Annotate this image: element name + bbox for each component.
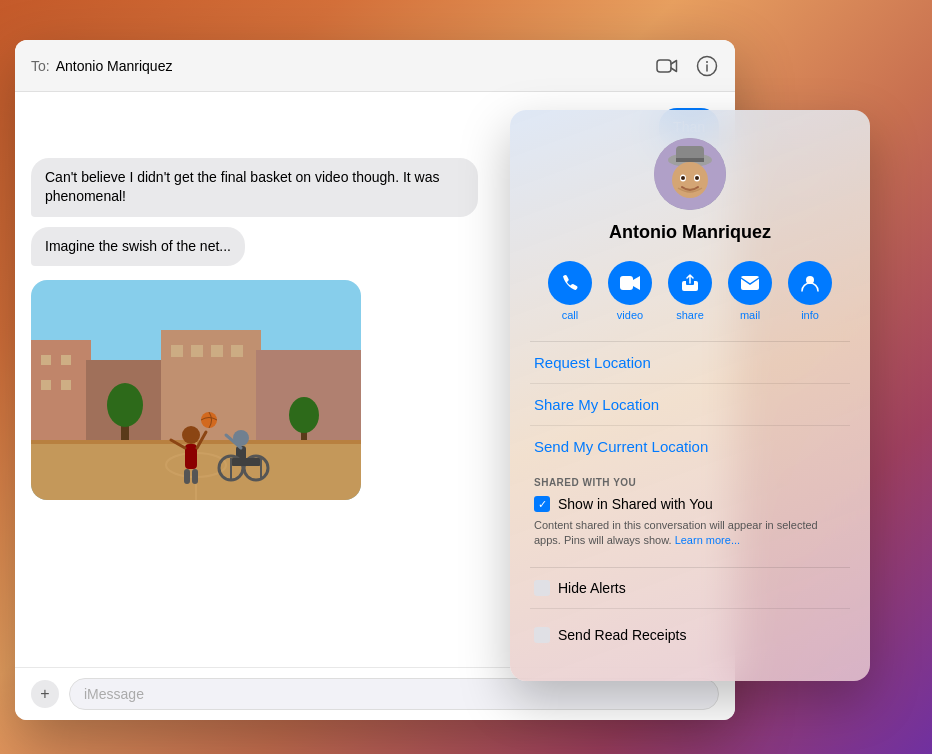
video-call-button[interactable] — [653, 52, 681, 80]
photo-bubble — [31, 280, 361, 500]
svg-rect-0 — [657, 60, 671, 72]
bottom-settings-section: Hide Alerts Send Read Receipts — [530, 567, 850, 655]
info-button[interactable] — [693, 52, 721, 80]
call-label: call — [562, 309, 579, 321]
svg-point-2 — [706, 61, 708, 63]
svg-rect-13 — [191, 345, 203, 357]
title-bar: To: Antonio Manriquez — [15, 40, 735, 92]
message-text: Imagine the swish of the net... — [45, 238, 231, 254]
send-read-receipts-label: Send Read Receipts — [558, 627, 686, 643]
to-label: To: — [31, 58, 50, 74]
svg-point-24 — [182, 426, 200, 444]
info-action-button[interactable]: info — [788, 261, 832, 321]
action-buttons-row: call video share — [530, 261, 850, 321]
call-icon — [548, 261, 592, 305]
share-label: share — [676, 309, 704, 321]
hide-alerts-label: Hide Alerts — [558, 580, 626, 596]
svg-point-47 — [695, 176, 699, 180]
info-label: info — [801, 309, 819, 321]
svg-rect-29 — [192, 469, 198, 484]
hide-alerts-checkbox[interactable] — [534, 580, 550, 596]
svg-rect-12 — [171, 345, 183, 357]
video-action-button[interactable]: video — [608, 261, 652, 321]
contact-info-panel: Antonio Manriquez call video — [510, 110, 870, 681]
add-icon: + — [40, 685, 49, 703]
mail-label: mail — [740, 309, 760, 321]
svg-rect-28 — [184, 469, 190, 484]
send-read-receipts-row: Send Read Receipts — [530, 615, 850, 655]
share-icon — [668, 261, 712, 305]
share-my-location-item[interactable]: Share My Location — [530, 384, 850, 426]
input-placeholder: iMessage — [84, 686, 144, 702]
shared-section-label: SHARED WITH YOU — [534, 477, 846, 488]
mail-action-button[interactable]: mail — [728, 261, 772, 321]
location-menu-section: Request Location Share My Location Send … — [530, 341, 850, 467]
svg-rect-11 — [61, 380, 71, 390]
mail-icon — [728, 261, 772, 305]
svg-rect-42 — [676, 158, 704, 162]
svg-rect-15 — [231, 345, 243, 357]
svg-rect-48 — [620, 276, 633, 290]
message-bubble-received-2: Imagine the swish of the net... — [31, 227, 245, 267]
svg-rect-35 — [231, 458, 261, 466]
svg-rect-10 — [41, 380, 51, 390]
message-bubble-received-1: Can't believe I didn't get the final bas… — [31, 158, 478, 217]
send-read-receipts-checkbox[interactable] — [534, 627, 550, 643]
svg-rect-9 — [61, 355, 71, 365]
share-action-button[interactable]: share — [668, 261, 712, 321]
request-location-item[interactable]: Request Location — [530, 342, 850, 384]
show-in-shared-checkbox[interactable]: ✓ — [534, 496, 550, 512]
svg-point-17 — [107, 383, 143, 427]
contact-name-header: Antonio Manriquez — [56, 58, 173, 74]
send-current-location-item[interactable]: Send My Current Location — [530, 426, 850, 467]
svg-rect-25 — [185, 444, 197, 469]
svg-point-19 — [289, 397, 319, 433]
message-input[interactable]: iMessage — [69, 678, 719, 710]
contact-full-name: Antonio Manriquez — [530, 222, 850, 243]
svg-rect-14 — [211, 345, 223, 357]
svg-rect-51 — [741, 276, 759, 290]
hide-alerts-row: Hide Alerts — [530, 568, 850, 609]
video-label: video — [617, 309, 643, 321]
message-text: Can't believe I didn't get the final bas… — [45, 169, 440, 205]
svg-point-30 — [201, 412, 217, 428]
add-attachment-button[interactable]: + — [31, 680, 59, 708]
svg-rect-8 — [41, 355, 51, 365]
contact-avatar — [654, 138, 726, 210]
shared-with-you-section: SHARED WITH YOU ✓ Show in Shared with Yo… — [530, 467, 850, 567]
call-action-button[interactable]: call — [548, 261, 592, 321]
video-icon — [608, 261, 652, 305]
show-in-shared-label: Show in Shared with You — [558, 496, 713, 512]
title-bar-actions — [653, 52, 721, 80]
shared-description: Content shared in this conversation will… — [534, 518, 846, 549]
learn-more-link[interactable]: Learn more... — [675, 534, 740, 546]
info-person-icon — [788, 261, 832, 305]
svg-point-46 — [681, 176, 685, 180]
show-in-shared-row: ✓ Show in Shared with You — [534, 496, 846, 512]
